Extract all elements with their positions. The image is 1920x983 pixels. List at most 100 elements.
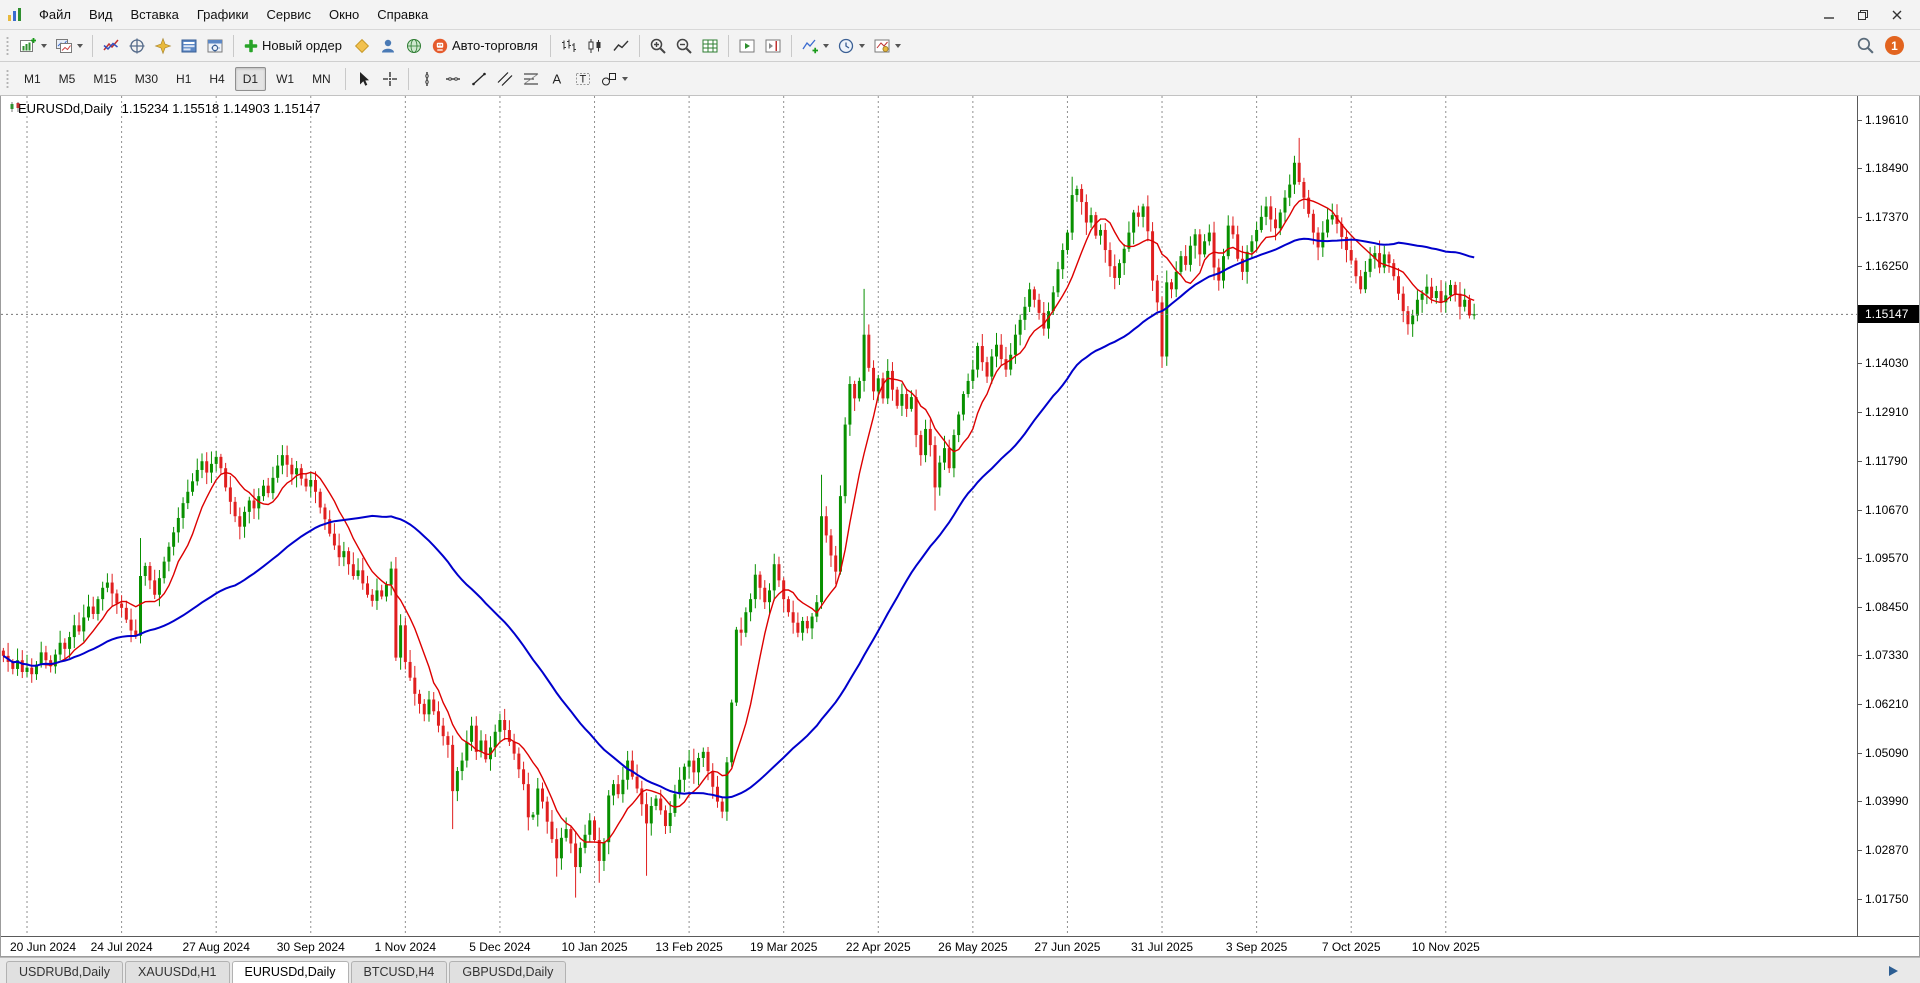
cursor-button[interactable] <box>351 66 377 92</box>
toolbar-separator <box>550 35 551 57</box>
auto-scroll-icon <box>738 37 756 55</box>
chevron-down-icon <box>823 44 829 48</box>
shapes-icon <box>600 70 618 88</box>
price-axis-label: 1.10670 <box>1865 503 1908 517</box>
website-button[interactable] <box>401 33 427 59</box>
timeframe-button-m15[interactable]: M15 <box>85 67 124 91</box>
menu-item[interactable]: Сервис <box>258 3 321 26</box>
zoom-out-icon <box>675 37 693 55</box>
timeframe-button-h4[interactable]: H4 <box>201 67 232 91</box>
price-axis-label: 1.14030 <box>1865 356 1908 370</box>
text-icon: A <box>548 70 566 88</box>
navigator-icon <box>154 37 172 55</box>
chart-tabs: USDRUBd,DailyXAUUSDd,H1EURUSDd,DailyBTCU… <box>6 961 568 983</box>
date-axis-label: 19 Mar 2025 <box>750 940 817 954</box>
vertical-line-button[interactable] <box>414 66 440 92</box>
price-axis-label: 1.11790 <box>1865 454 1908 468</box>
chart-tab[interactable]: EURUSDd,Daily <box>232 961 349 983</box>
metaeditor-button[interactable] <box>349 33 375 59</box>
price-axis-label: 1.16250 <box>1865 259 1908 273</box>
timeframe-button-w1[interactable]: W1 <box>268 67 302 91</box>
chart-plot[interactable]: EURUSDd,Daily 1.15234 1.15518 1.14903 1.… <box>1 96 1857 936</box>
community-button[interactable] <box>375 33 401 59</box>
price-axis[interactable]: 1.15147 1.196101.184901.173701.162501.14… <box>1857 96 1919 936</box>
price-axis-label: 1.02870 <box>1865 843 1908 857</box>
candlestick-chart-button[interactable] <box>582 33 608 59</box>
date-axis-label: 30 Sep 2024 <box>277 940 345 954</box>
zoom-in-button[interactable] <box>645 33 671 59</box>
date-axis-label: 27 Jun 2025 <box>1034 940 1100 954</box>
chevron-down-icon <box>622 77 628 81</box>
chart-shift-icon <box>764 37 782 55</box>
menu-item[interactable]: Справка <box>368 3 437 26</box>
bar-chart-button[interactable] <box>556 33 582 59</box>
timeframe-button-h1[interactable]: H1 <box>168 67 199 91</box>
timeframes-clock-button[interactable] <box>833 33 869 59</box>
crosshair-button[interactable] <box>377 66 403 92</box>
templates-button[interactable] <box>869 33 905 59</box>
line-chart-icon <box>612 37 630 55</box>
notifications-badge[interactable]: 1 <box>1885 36 1904 55</box>
cursor-arrow-icon <box>355 70 373 88</box>
trendline-icon <box>470 70 488 88</box>
text-button[interactable]: A <box>544 66 570 92</box>
toolbar-grip[interactable] <box>5 68 10 90</box>
price-axis-label: 1.12910 <box>1865 405 1908 419</box>
menu-item[interactable]: Графики <box>188 3 258 26</box>
timeframe-button-mn[interactable]: MN <box>304 67 339 91</box>
menu-item[interactable]: Вставка <box>122 3 188 26</box>
metatrader-window: ФайлВидВставкаГрафикиСервисОкноСправка <box>0 0 1920 983</box>
indicators-button[interactable] <box>797 33 833 59</box>
chart-shift-button[interactable] <box>760 33 786 59</box>
menu-item[interactable]: Окно <box>320 3 368 26</box>
trendline-button[interactable] <box>466 66 492 92</box>
objects-dropdown-button[interactable] <box>596 66 632 92</box>
toolbar-grip[interactable] <box>5 35 10 57</box>
chart-tab[interactable]: XAUUSDd,H1 <box>125 961 230 983</box>
candlestick-chart[interactable] <box>1 96 1857 936</box>
chevron-down-icon <box>859 44 865 48</box>
horizontal-line-button[interactable] <box>440 66 466 92</box>
equidistant-channel-button[interactable] <box>492 66 518 92</box>
restore-button[interactable] <box>1846 4 1880 26</box>
search-icon[interactable] <box>1856 36 1875 55</box>
strategy-tester-button[interactable] <box>202 33 228 59</box>
timeframe-button-m5[interactable]: M5 <box>51 67 84 91</box>
grid-table-button[interactable] <box>697 33 723 59</box>
text-label-button[interactable]: T <box>570 66 596 92</box>
zoom-out-button[interactable] <box>671 33 697 59</box>
line-chart-button[interactable] <box>608 33 634 59</box>
fibonacci-button[interactable] <box>518 66 544 92</box>
new-order-button[interactable]: Новый ордер <box>239 33 349 59</box>
chart-tab[interactable]: USDRUBd,Daily <box>6 961 123 983</box>
close-button[interactable] <box>1880 4 1914 26</box>
chart-tab[interactable]: GBPUSDd,Daily <box>449 961 566 983</box>
data-window-icon <box>128 37 146 55</box>
date-axis[interactable]: 20 Jun 202424 Jul 202427 Aug 202430 Sep … <box>1 936 1919 956</box>
profiles-icon <box>55 37 73 55</box>
timeframe-toolbar: M1M5M15M30H1H4D1W1MN <box>0 62 1920 96</box>
timeframe-button-d1[interactable]: D1 <box>235 67 266 91</box>
menu-item[interactable]: Файл <box>30 3 80 26</box>
clock-icon <box>837 37 855 55</box>
minimize-button[interactable] <box>1812 4 1846 26</box>
chart-tab[interactable]: BTCUSD,H4 <box>351 961 448 983</box>
navigator-button[interactable] <box>150 33 176 59</box>
toolbox-button[interactable] <box>176 33 202 59</box>
market-watch-button[interactable] <box>98 33 124 59</box>
slow-ma-line <box>3 239 1474 798</box>
menu-item[interactable]: Вид <box>80 3 122 26</box>
chevron-down-icon <box>77 44 83 48</box>
autotrading-button[interactable]: Авто-торговля <box>427 33 545 59</box>
tab-scroll-right-icon[interactable] <box>1889 966 1898 976</box>
indicators-icon <box>801 37 819 55</box>
timeframe-button-m1[interactable]: M1 <box>16 67 49 91</box>
new-chart-icon <box>19 37 37 55</box>
new-chart-button[interactable] <box>15 33 51 59</box>
timeframe-button-m30[interactable]: M30 <box>127 67 166 91</box>
profiles-button[interactable] <box>51 33 87 59</box>
data-window-button[interactable] <box>124 33 150 59</box>
price-axis-label: 1.03990 <box>1865 794 1908 808</box>
auto-scroll-button[interactable] <box>734 33 760 59</box>
autotrading-robot-icon <box>431 37 449 55</box>
